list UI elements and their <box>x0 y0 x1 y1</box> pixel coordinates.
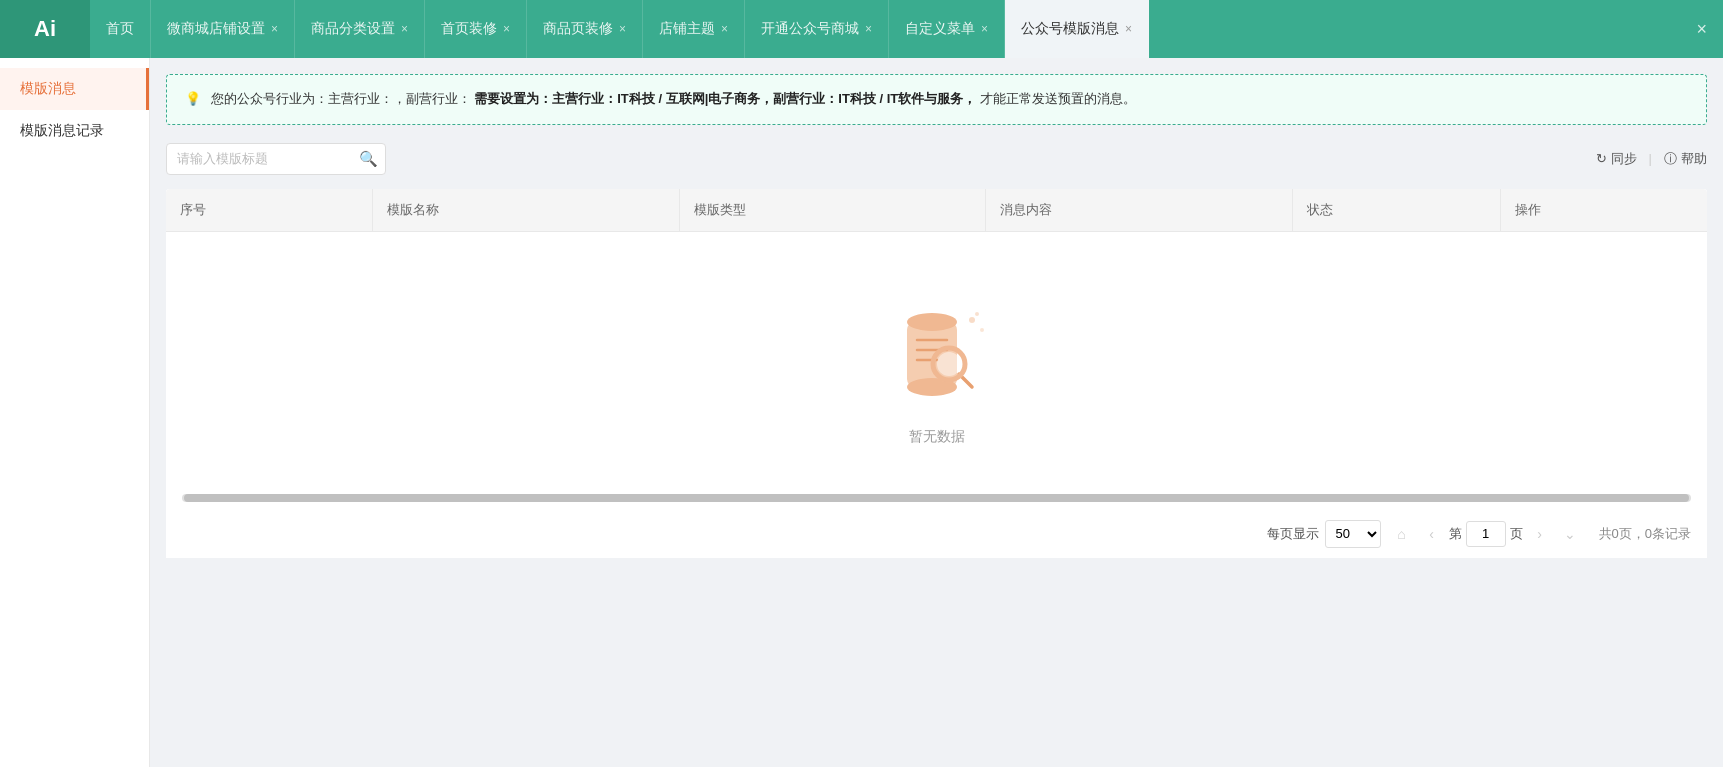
table-wrapper: 序号模版名称模版类型消息内容状态操作 <box>166 189 1707 558</box>
tab-开通公众号商城[interactable]: 开通公众号商城 × <box>745 0 889 58</box>
notice-suffix: 才能正常发送预置的消息。 <box>980 91 1136 106</box>
sidebar-item[interactable]: 模版消息记录 <box>0 110 149 152</box>
tab-label: 微商城店铺设置 <box>167 20 265 38</box>
sync-button[interactable]: ↻ 同步 <box>1596 150 1637 168</box>
pagination: 每页显示 102050100 ⌂ ‹ 第 页 › ⌄ 共0页，0条记录 <box>166 510 1707 558</box>
sync-icon: ↻ <box>1596 151 1607 166</box>
tab-label: 公众号模版消息 <box>1021 20 1119 38</box>
help-icon: ⓘ <box>1664 150 1677 168</box>
svg-point-2 <box>907 313 957 331</box>
tab-close-icon[interactable]: × <box>271 22 278 36</box>
tab-商品分类设置[interactable]: 商品分类设置 × <box>295 0 425 58</box>
svg-point-10 <box>969 317 975 323</box>
sidebar-item[interactable]: 模版消息 <box>0 68 149 110</box>
col-status: 状态 <box>1292 189 1500 232</box>
tab-首页装修[interactable]: 首页装修 × <box>425 0 527 58</box>
scrollbar-track[interactable] <box>182 494 1691 502</box>
tab-店铺主题[interactable]: 店铺主题 × <box>643 0 745 58</box>
tab-close-icon[interactable]: × <box>503 22 510 36</box>
empty-illustration <box>877 292 997 412</box>
tab-label: 开通公众号商城 <box>761 20 859 38</box>
total-info: 共0页，0条记录 <box>1599 525 1691 543</box>
tab-close-icon[interactable]: × <box>619 22 626 36</box>
col-type: 模版类型 <box>679 189 986 232</box>
svg-point-9 <box>937 352 961 376</box>
page-size-dropdown[interactable]: 102050100 <box>1325 520 1381 548</box>
main-layout: 模版消息模版消息记录 💡 您的公众号行业为：主营行业：，副营行业： 需要设置为：… <box>0 58 1723 767</box>
help-button[interactable]: ⓘ 帮助 <box>1664 150 1707 168</box>
notice-highlight: 需要设置为：主营行业：IT科技 / 互联网|电子商务，副营行业：IT科技 / I… <box>474 91 976 106</box>
tab-close-icon[interactable]: × <box>401 22 408 36</box>
col-name: 模版名称 <box>372 189 679 232</box>
col-index: 序号 <box>166 189 372 232</box>
page-size-label: 每页显示 <box>1267 525 1319 543</box>
table-head: 序号模版名称模版类型消息内容状态操作 <box>166 189 1707 232</box>
tab-label: 自定义菜单 <box>905 20 975 38</box>
tab-close-icon[interactable]: × <box>1125 22 1132 36</box>
toolbar-right: ↻ 同步 | ⓘ 帮助 <box>1596 150 1707 168</box>
tab-close-icon[interactable]: × <box>865 22 872 36</box>
svg-point-11 <box>980 328 984 332</box>
empty-state: 暂无数据 <box>166 232 1707 486</box>
tab-自定义菜单[interactable]: 自定义菜单 × <box>889 0 1005 58</box>
col-action: 操作 <box>1501 189 1707 232</box>
current-page-input[interactable] <box>1466 521 1506 547</box>
tab-label: 店铺主题 <box>659 20 715 38</box>
page-unit: 页 <box>1510 525 1523 543</box>
scrollbar-area <box>166 494 1707 502</box>
page-label: 第 <box>1449 525 1462 543</box>
svg-point-12 <box>975 312 979 316</box>
tab-bar: 首页微商城店铺设置×商品分类设置×首页装修×商品页装修×店铺主题×开通公众号商城… <box>90 0 1723 58</box>
last-page-button[interactable]: ⌄ <box>1557 521 1583 547</box>
notice-box: 💡 您的公众号行业为：主营行业：，副营行业： 需要设置为：主营行业：IT科技 /… <box>166 74 1707 125</box>
page-input-area: 第 页 <box>1449 521 1523 547</box>
page-nav: ⌂ ‹ 第 页 › ⌄ <box>1389 521 1583 547</box>
tab-label: 商品页装修 <box>543 20 613 38</box>
page-size-select: 每页显示 102050100 <box>1267 520 1381 548</box>
data-table: 序号模版名称模版类型消息内容状态操作 <box>166 189 1707 486</box>
tab-label: 商品分类设置 <box>311 20 395 38</box>
first-page-button[interactable]: ⌂ <box>1389 521 1415 547</box>
next-page-button[interactable]: › <box>1527 521 1553 547</box>
tab-label: 首页 <box>106 20 134 38</box>
col-content: 消息内容 <box>986 189 1293 232</box>
prev-page-button[interactable]: ‹ <box>1419 521 1445 547</box>
search-input-wrap: 🔍 <box>166 143 386 175</box>
tab-label: 首页装修 <box>441 20 497 38</box>
logo: Ai <box>0 0 90 58</box>
search-bar: 🔍 ↻ 同步 | ⓘ 帮助 <box>166 143 1707 175</box>
bulb-icon: 💡 <box>185 91 201 106</box>
scrollbar-thumb[interactable] <box>184 494 1689 502</box>
content-area: 💡 您的公众号行业为：主营行业：，副营行业： 需要设置为：主营行业：IT科技 /… <box>150 58 1723 767</box>
notice-prefix: 您的公众号行业为：主营行业：，副营行业： <box>211 91 471 106</box>
empty-text: 暂无数据 <box>166 428 1707 446</box>
tab-公众号模版消息[interactable]: 公众号模版消息 × <box>1005 0 1149 58</box>
tab-close-icon[interactable]: × <box>721 22 728 36</box>
sidebar: 模版消息模版消息记录 <box>0 58 150 767</box>
search-input[interactable] <box>166 143 386 175</box>
search-icon[interactable]: 🔍 <box>359 150 378 168</box>
tab-close-icon[interactable]: × <box>981 22 988 36</box>
tab-首页[interactable]: 首页 <box>90 0 151 58</box>
tab-商品页装修[interactable]: 商品页装修 × <box>527 0 643 58</box>
toolbar-divider: | <box>1649 151 1652 166</box>
tab-微商城店铺设置[interactable]: 微商城店铺设置 × <box>151 0 295 58</box>
global-close-button[interactable]: × <box>1696 19 1707 40</box>
top-nav: Ai 首页微商城店铺设置×商品分类设置×首页装修×商品页装修×店铺主题×开通公众… <box>0 0 1723 58</box>
